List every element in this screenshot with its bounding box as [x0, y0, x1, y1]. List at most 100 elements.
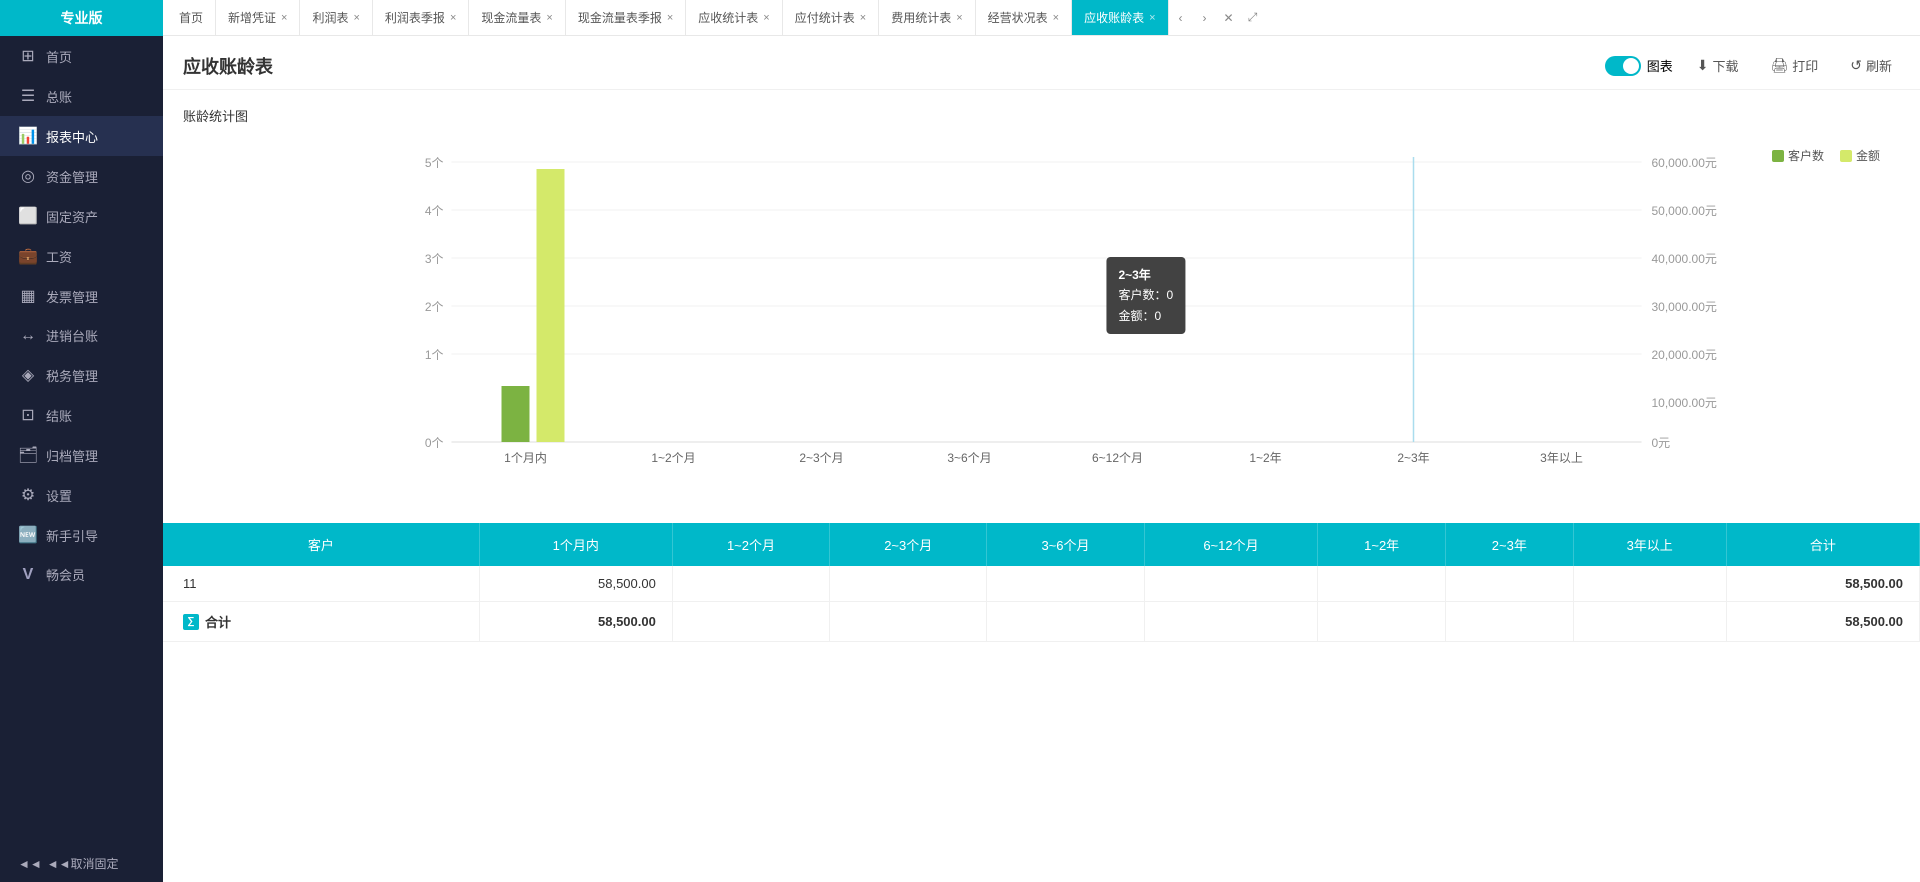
tab-voucher-close[interactable]: ×: [281, 12, 287, 24]
tab-profit-close[interactable]: ×: [353, 12, 359, 24]
svg-text:0个: 0个: [425, 436, 444, 450]
legend-customers: 客户数: [1772, 147, 1824, 164]
sidebar-item-assets[interactable]: ⬜ 固定资产: [0, 196, 163, 236]
sidebar-label-settle: 结账: [46, 406, 72, 425]
sidebar-item-capital[interactable]: ◎ 资金管理: [0, 156, 163, 196]
sidebar-collapse-btn[interactable]: ◄◄ ◄◄取消固定: [0, 845, 163, 882]
tab-cashflow-close[interactable]: ×: [546, 12, 552, 24]
cell-total-m36: [987, 602, 1144, 642]
tab-profit-q-close[interactable]: ×: [450, 12, 456, 24]
tab-ar-aging-close[interactable]: ×: [1149, 12, 1155, 24]
th-m1: 1个月内: [479, 523, 672, 566]
header-actions: 图表 ⬇ 下载 🖨 打印 ↺ 刷新: [1605, 52, 1900, 79]
sidebar-label-guide: 新手引导: [46, 526, 98, 545]
sidebar-item-ledger[interactable]: ☰ 总账: [0, 76, 163, 116]
tab-home[interactable]: 首页: [167, 0, 216, 36]
tab-ap-stat[interactable]: 应付统计表 ×: [783, 0, 879, 36]
tab-home-label: 首页: [179, 9, 203, 26]
tab-prev-btn[interactable]: ‹: [1169, 0, 1193, 36]
sidebar-item-settle[interactable]: ⊡ 结账: [0, 395, 163, 435]
table-total-row: ∑ 合计 58,500.00 58,500.00: [163, 602, 1920, 642]
svg-text:3个: 3个: [425, 252, 444, 266]
sidebar-item-vip[interactable]: V 畅会员: [0, 555, 163, 594]
cell-total-label: ∑ 合计: [163, 602, 479, 642]
svg-text:1~2个月: 1~2个月: [651, 451, 695, 465]
tab-biz-status[interactable]: 经营状况表 ×: [976, 0, 1072, 36]
sidebar-item-tax[interactable]: ◈ 税务管理: [0, 355, 163, 395]
svg-text:3年以上: 3年以上: [1540, 451, 1583, 465]
print-icon: 🖨: [1770, 57, 1788, 74]
svg-text:40,000.00元: 40,000.00元: [1652, 252, 1717, 266]
ledger-icon: ☰: [18, 86, 38, 106]
sidebar-label-reports: 报表中心: [46, 127, 98, 146]
tab-profit[interactable]: 利润表 ×: [300, 0, 372, 36]
tab-expense-close[interactable]: ×: [956, 12, 962, 24]
legend-amount-dot: [1840, 150, 1852, 162]
sidebar-label-home: 首页: [46, 47, 72, 66]
legend-amount-label: 金额: [1856, 147, 1880, 164]
cell-total-m12: [672, 602, 829, 642]
toggle-track[interactable]: [1605, 56, 1641, 76]
sidebar-item-reports[interactable]: 📊 报表中心: [0, 116, 163, 156]
tab-next-btn[interactable]: ›: [1193, 0, 1217, 36]
total-icon: ∑: [183, 614, 199, 630]
tab-ap-stat-close[interactable]: ×: [860, 12, 866, 24]
guide-icon: 🆕: [18, 525, 38, 545]
tab-ar-aging[interactable]: 应收账龄表 ×: [1072, 0, 1168, 36]
legend-customers-dot: [1772, 150, 1784, 162]
print-label: 打印: [1792, 56, 1818, 75]
chart-toggle[interactable]: 图表: [1605, 56, 1673, 76]
svg-text:10,000.00元: 10,000.00元: [1652, 396, 1717, 410]
download-btn[interactable]: ⬇ 下载: [1689, 52, 1747, 79]
sidebar-item-guide[interactable]: 🆕 新手引导: [0, 515, 163, 555]
th-m23: 2~3个月: [830, 523, 987, 566]
refresh-icon: ↺: [1850, 57, 1862, 74]
tab-cashflow-q[interactable]: 现金流量表季报 ×: [566, 0, 686, 36]
tab-voucher[interactable]: 新增凭证 ×: [216, 0, 300, 36]
tab-expand-btn[interactable]: ⤢: [1241, 0, 1265, 36]
tab-cashflow-q-close[interactable]: ×: [667, 12, 673, 24]
th-m612: 6~12个月: [1144, 523, 1318, 566]
sidebar-item-invoice[interactable]: ▦ 发票管理: [0, 276, 163, 316]
th-y12: 1~2年: [1318, 523, 1446, 566]
svg-text:2个: 2个: [425, 300, 444, 314]
sidebar-item-archive[interactable]: 🗂 归档管理: [0, 435, 163, 475]
data-table: 客户 1个月内 1~2个月 2~3个月 3~6个月 6~12个月 1~2年 2~…: [163, 523, 1920, 642]
cell-total-y3plus: [1573, 602, 1726, 642]
tab-cashflow[interactable]: 现金流量表 ×: [469, 0, 565, 36]
tab-bar: 首页 新增凭证 × 利润表 × 利润表季报 × 现金流量表 × 现金流量表季报 …: [163, 0, 1920, 36]
svg-text:1~2年: 1~2年: [1249, 451, 1281, 465]
tab-biz-status-close[interactable]: ×: [1053, 12, 1059, 24]
bar-customers-0: [502, 386, 530, 442]
page-header: 应收账龄表 图表 ⬇ 下载 🖨 打印 ↺ 刷新: [163, 36, 1920, 90]
cell-total-m612: [1144, 602, 1318, 642]
sidebar-item-settings[interactable]: ⚙ 设置: [0, 475, 163, 515]
cell-total-total: 58,500.00: [1726, 602, 1919, 642]
tab-expense[interactable]: 费用统计表 ×: [879, 0, 975, 36]
sidebar-item-home[interactable]: ⊞ 首页: [0, 36, 163, 76]
tax-icon: ◈: [18, 365, 38, 385]
tab-cashflow-q-label: 现金流量表季报: [578, 9, 662, 26]
sidebar-label-vip: 畅会员: [46, 565, 85, 584]
tab-voucher-label: 新增凭证: [228, 9, 276, 26]
capital-icon: ◎: [18, 166, 38, 186]
tab-biz-status-label: 经营状况表: [988, 9, 1048, 26]
sales-icon: ↔: [18, 327, 38, 345]
print-btn[interactable]: 🖨 打印: [1762, 52, 1826, 79]
tab-profit-q[interactable]: 利润表季报 ×: [373, 0, 469, 36]
page-title: 应收账龄表: [183, 53, 1605, 79]
refresh-btn[interactable]: ↺ 刷新: [1842, 52, 1900, 79]
svg-text:30,000.00元: 30,000.00元: [1652, 300, 1717, 314]
sidebar-label-ledger: 总账: [46, 87, 72, 106]
chart-container: 客户数 金额 5个 4个 3个 2个 1个 0个: [183, 137, 1900, 507]
tab-ar-stat[interactable]: 应收统计表 ×: [686, 0, 782, 36]
th-y3plus: 3年以上: [1573, 523, 1726, 566]
sidebar-item-sales[interactable]: ↔ 进销台账: [0, 316, 163, 355]
sidebar-item-salary[interactable]: 💼 工资: [0, 236, 163, 276]
cell-y12: [1318, 566, 1446, 602]
bar-amount-0: [537, 169, 565, 442]
tab-ar-stat-close[interactable]: ×: [763, 12, 769, 24]
sidebar-label-salary: 工资: [46, 247, 72, 266]
tab-close-all-btn[interactable]: ✕: [1217, 0, 1241, 36]
svg-text:4个: 4个: [425, 204, 444, 218]
